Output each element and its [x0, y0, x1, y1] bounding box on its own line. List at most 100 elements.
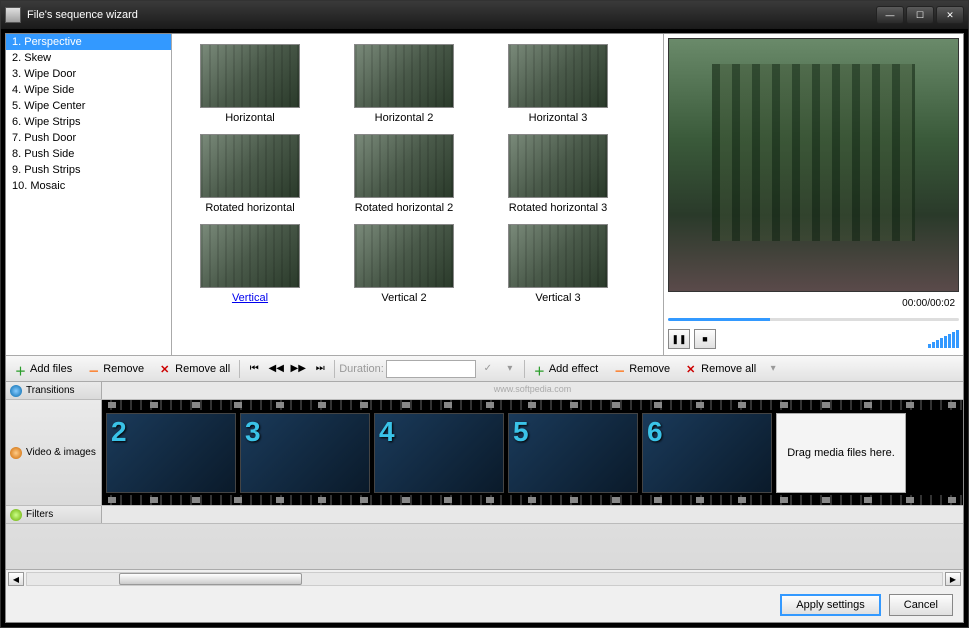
transitions-icon	[10, 385, 22, 397]
last-button[interactable]: ⏭	[310, 360, 330, 378]
minus-icon: －	[88, 363, 100, 375]
remove-all-label: Remove all	[701, 363, 756, 375]
thumbnail-label: Rotated horizontal 3	[490, 202, 626, 214]
thumbnail-item[interactable]: Rotated horizontal 3	[490, 134, 626, 214]
remove-button[interactable]: － Remove	[83, 360, 149, 378]
stop-button[interactable]: ■	[694, 329, 716, 349]
thumbnail-item[interactable]: Vertical	[182, 224, 318, 304]
window-title: File's sequence wizard	[27, 9, 876, 21]
thumbnail-image	[508, 44, 608, 108]
filters-track: Filters	[6, 506, 963, 524]
x-icon: ✕	[160, 363, 172, 375]
remove-all-effects-button[interactable]: ✕ Remove all	[681, 360, 761, 378]
thumbnail-image	[200, 224, 300, 288]
scroll-left-button[interactable]: ◀	[8, 572, 24, 586]
effect-list-item[interactable]: 5. Wipe Center	[6, 98, 171, 114]
thumbnail-image	[200, 44, 300, 108]
horizontal-scrollbar[interactable]: ◀ ▶	[6, 570, 963, 588]
playback-controls: ❚❚ ■	[668, 327, 959, 351]
effect-list-item[interactable]: 1. Perspective	[6, 34, 171, 50]
apply-duration-button[interactable]: ✓	[478, 360, 498, 378]
remove-effect-button[interactable]: － Remove	[609, 360, 675, 378]
maximize-button[interactable]: ☐	[906, 6, 934, 24]
close-button[interactable]: ✕	[936, 6, 964, 24]
timeline-clip[interactable]: 4	[374, 413, 504, 493]
filters-icon	[10, 509, 22, 521]
clip-number: 4	[379, 416, 395, 448]
watermark: www.softpedia.com	[102, 382, 963, 394]
thumbnail-item[interactable]: Horizontal	[182, 44, 318, 124]
transitions-track-label: Transitions	[6, 382, 102, 399]
remove-label: Remove	[629, 363, 670, 375]
filters-track-content[interactable]	[102, 506, 963, 523]
volume-indicator[interactable]	[928, 330, 959, 348]
thumbnail-label: Vertical 3	[490, 292, 626, 304]
effect-list[interactable]: 1. Perspective2. Skew3. Wipe Door4. Wipe…	[6, 34, 172, 355]
prev-button[interactable]: ◀◀	[266, 360, 286, 378]
thumbnail-item[interactable]: Horizontal 3	[490, 44, 626, 124]
thumbnail-label: Vertical	[182, 292, 318, 304]
thumbnail-image	[354, 44, 454, 108]
thumbnail-label: Horizontal	[182, 112, 318, 124]
effect-list-item[interactable]: 7. Push Door	[6, 130, 171, 146]
scroll-right-button[interactable]: ▶	[945, 572, 961, 586]
cancel-button[interactable]: Cancel	[889, 594, 953, 616]
duration-input[interactable]	[386, 360, 476, 378]
thumbnail-item[interactable]: Rotated horizontal 2	[336, 134, 472, 214]
dropdown-button[interactable]: ▾	[500, 360, 520, 378]
thumbnail-image	[354, 224, 454, 288]
toolbar: ＋ Add files － Remove ✕ Remove all ⏮ ◀◀ ▶…	[6, 356, 963, 382]
thumbnail-item[interactable]: Rotated horizontal	[182, 134, 318, 214]
effect-list-item[interactable]: 10. Mosaic	[6, 178, 171, 194]
thumbnail-item[interactable]: Vertical 3	[490, 224, 626, 304]
timecode: 00:00/00:02	[668, 296, 959, 311]
effect-list-item[interactable]: 9. Push Strips	[6, 162, 171, 178]
duration-label: Duration:	[339, 363, 384, 375]
add-effect-button[interactable]: ＋ Add effect	[529, 360, 603, 378]
drop-zone[interactable]: Drag media files here.	[776, 413, 906, 493]
effect-list-item[interactable]: 8. Push Side	[6, 146, 171, 162]
x-icon: ✕	[686, 363, 698, 375]
transitions-track-content[interactable]: www.softpedia.com	[102, 382, 963, 399]
seek-bar[interactable]	[668, 313, 959, 325]
thumbnail-item[interactable]: Horizontal 2	[336, 44, 472, 124]
pause-button[interactable]: ❚❚	[668, 329, 690, 349]
titlebar: File's sequence wizard — ☐ ✕	[1, 1, 968, 29]
video-icon	[10, 447, 22, 459]
thumbnail-label: Rotated horizontal	[182, 202, 318, 214]
timeline-clip[interactable]: 5	[508, 413, 638, 493]
thumbnail-item[interactable]: Vertical 2	[336, 224, 472, 304]
dropdown2-button[interactable]: ▾	[763, 360, 783, 378]
first-button[interactable]: ⏮	[244, 360, 264, 378]
effect-list-item[interactable]: 4. Wipe Side	[6, 82, 171, 98]
remove-all-button[interactable]: ✕ Remove all	[155, 360, 235, 378]
app-icon	[5, 7, 21, 23]
plus-icon: ＋	[534, 363, 546, 375]
next-button[interactable]: ▶▶	[288, 360, 308, 378]
scrollbar-thumb[interactable]	[119, 573, 302, 585]
clip-number: 2	[111, 416, 127, 448]
add-effect-label: Add effect	[549, 363, 598, 375]
thumbnail-pane[interactable]: Horizontal Horizontal 2 Horizontal 3 Rotate…	[172, 34, 663, 355]
video-track-content[interactable]: 2 3 4 5 6Drag media files here.	[102, 400, 963, 505]
thumbnail-label: Vertical 2	[336, 292, 472, 304]
timeline-clip[interactable]: 6	[642, 413, 772, 493]
timeline-clip[interactable]: 3	[240, 413, 370, 493]
thumbnail-image	[200, 134, 300, 198]
remove-label: Remove	[103, 363, 144, 375]
transitions-track: Transitions www.softpedia.com	[6, 382, 963, 400]
apply-settings-button[interactable]: Apply settings	[780, 594, 880, 616]
effect-list-item[interactable]: 2. Skew	[6, 50, 171, 66]
preview-pane: 00:00/00:02 ❚❚ ■	[663, 34, 963, 355]
effect-list-item[interactable]: 3. Wipe Door	[6, 66, 171, 82]
add-files-button[interactable]: ＋ Add files	[10, 360, 77, 378]
minus-icon: －	[614, 363, 626, 375]
video-track-label: Video & images	[6, 400, 102, 505]
clip-number: 3	[245, 416, 261, 448]
thumbnail-label: Horizontal 2	[336, 112, 472, 124]
minimize-button[interactable]: —	[876, 6, 904, 24]
thumbnail-label: Rotated horizontal 2	[336, 202, 472, 214]
effect-list-item[interactable]: 6. Wipe Strips	[6, 114, 171, 130]
clip-number: 5	[513, 416, 529, 448]
timeline-clip[interactable]: 2	[106, 413, 236, 493]
